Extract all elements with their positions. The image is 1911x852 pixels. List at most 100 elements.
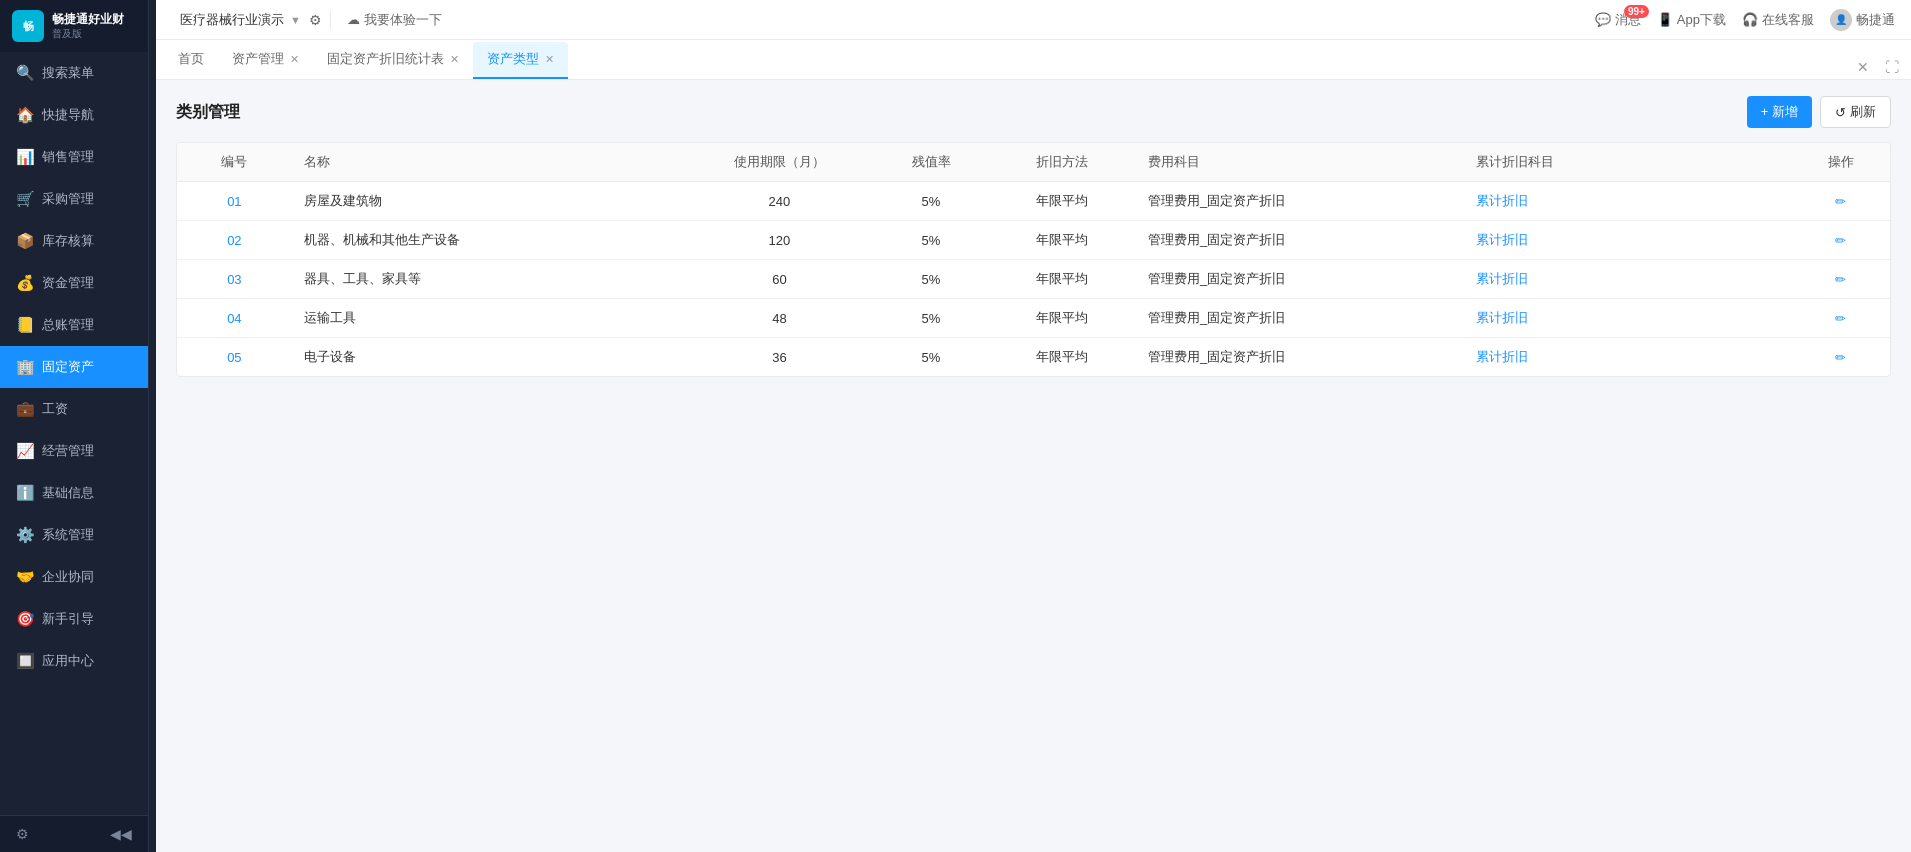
- sidebar-item-search[interactable]: 🔍 搜索菜单: [0, 52, 148, 94]
- message-icon: 💬: [1595, 12, 1611, 27]
- cell-name: 器具、工具、家具等: [292, 260, 685, 299]
- new-btn[interactable]: + 新增: [1747, 96, 1812, 128]
- col-id: 编号: [177, 143, 292, 182]
- cell-id: 03: [177, 260, 292, 299]
- app-download-btn[interactable]: 📱 App下载: [1657, 11, 1726, 29]
- online-service-btn[interactable]: 🎧 在线客服: [1742, 11, 1814, 29]
- message-btn[interactable]: 💬 消息 99: [1595, 11, 1641, 29]
- sidebar-item-sales[interactable]: 📊 销售管理: [0, 136, 148, 178]
- edit-icon[interactable]: ✏: [1835, 272, 1846, 287]
- gear-icon[interactable]: ⚙: [309, 12, 322, 28]
- tab-asset-mgmt-label: 资产管理: [232, 50, 284, 68]
- sidebar-item-label: 采购管理: [42, 190, 94, 208]
- app-version: 普及版: [52, 27, 124, 40]
- sidebar-item-label: 总账管理: [42, 316, 94, 334]
- cell-expense: 管理费用_固定资产折旧: [1136, 338, 1464, 377]
- table-row: 04 运输工具 48 5% 年限平均 管理费用_固定资产折旧 累计折旧 ✏: [177, 299, 1890, 338]
- edit-icon[interactable]: ✏: [1835, 194, 1846, 209]
- message-badge: 99: [1624, 5, 1649, 18]
- edit-icon[interactable]: ✏: [1835, 233, 1846, 248]
- cloud-icon: ☁: [347, 12, 360, 27]
- tab-home[interactable]: 首页: [164, 42, 218, 79]
- purchase-icon: 🛒: [16, 190, 34, 208]
- cell-period: 120: [685, 221, 874, 260]
- system-icon: ⚙️: [16, 526, 34, 544]
- sidebar-item-operations[interactable]: 📈 经营管理: [0, 430, 148, 472]
- sidebar-item-payroll[interactable]: 💼 工资: [0, 388, 148, 430]
- col-method: 折旧方法: [988, 143, 1136, 182]
- close-all-tabs-icon[interactable]: ✕: [1853, 55, 1873, 79]
- sidebar-item-label: 新手引导: [42, 610, 94, 628]
- app-name: 畅捷通好业财: [52, 12, 124, 28]
- inventory-icon: 📦: [16, 232, 34, 250]
- sidebar-item-appcentre[interactable]: 🔲 应用中心: [0, 640, 148, 682]
- cell-accum: 累计折旧: [1464, 338, 1792, 377]
- sidebar-item-label: 资金管理: [42, 274, 94, 292]
- sidebar-item-inventory[interactable]: 📦 库存核算: [0, 220, 148, 262]
- dropdown-icon: ▼: [290, 14, 301, 26]
- tab-close-asset-type[interactable]: ✕: [545, 53, 554, 66]
- cell-period: 60: [685, 260, 874, 299]
- cell-name: 运输工具: [292, 299, 685, 338]
- headset-icon: 🎧: [1742, 12, 1758, 27]
- sales-icon: 📊: [16, 148, 34, 166]
- username-label: 畅捷通: [1856, 11, 1895, 29]
- topbar-right: 💬 消息 99 📱 App下载 🎧 在线客服 👤 畅捷通: [1595, 9, 1895, 31]
- cell-period: 240: [685, 182, 874, 221]
- sidebar-item-label: 销售管理: [42, 148, 94, 166]
- experience-button[interactable]: ☁ 我要体验一下: [339, 11, 450, 29]
- workspace-selector[interactable]: 医疗器械行业演示 ▼: [172, 11, 309, 29]
- avatar-icon: 👤: [1830, 9, 1852, 31]
- tab-asset-type-label: 资产类型: [487, 50, 539, 68]
- tab-asset-type[interactable]: 资产类型 ✕: [473, 42, 568, 79]
- cell-id: 04: [177, 299, 292, 338]
- edit-icon[interactable]: ✏: [1835, 311, 1846, 326]
- edit-icon[interactable]: ✏: [1835, 350, 1846, 365]
- sidebar-item-guide[interactable]: 🎯 新手引导: [0, 598, 148, 640]
- sidebar-nav: 🔍 搜索菜单 🏠 快捷导航 📊 销售管理 🛒 采购管理 📦 库存核算 💰 资金管…: [0, 52, 148, 815]
- sidebar-item-label: 应用中心: [42, 652, 94, 670]
- sidebar-item-purchase[interactable]: 🛒 采购管理: [0, 178, 148, 220]
- tab-close-asset-mgmt[interactable]: ✕: [290, 53, 299, 66]
- settings-icon[interactable]: ⚙: [16, 826, 29, 842]
- category-table: 编号 名称 使用期限（月） 残值率 折旧方法 费用科目 累计折旧科目 操作 01…: [176, 142, 1891, 377]
- capital-icon: 💰: [16, 274, 34, 292]
- refresh-btn[interactable]: ↺ 刷新: [1820, 96, 1891, 128]
- cell-method: 年限平均: [988, 338, 1136, 377]
- home-icon: 🏠: [16, 106, 34, 124]
- cell-expense: 管理费用_固定资产折旧: [1136, 299, 1464, 338]
- refresh-icon: ↺: [1835, 105, 1846, 120]
- sidebar-item-system[interactable]: ⚙️ 系统管理: [0, 514, 148, 556]
- sidebar-item-quicknav[interactable]: 🏠 快捷导航: [0, 94, 148, 136]
- sidebar-item-fixed[interactable]: 🏢 固定资产: [0, 346, 148, 388]
- mobile-icon: 📱: [1657, 12, 1673, 27]
- topbar-divider: [330, 10, 331, 30]
- sidebar-item-basic[interactable]: ℹ️ 基础信息: [0, 472, 148, 514]
- sidebar-item-label: 固定资产: [42, 358, 94, 376]
- cell-method: 年限平均: [988, 260, 1136, 299]
- workspace-name: 医疗器械行业演示: [180, 11, 284, 29]
- tab-asset-mgmt[interactable]: 资产管理 ✕: [218, 42, 313, 79]
- tab-close-depreciation[interactable]: ✕: [450, 53, 459, 66]
- cell-action: ✏: [1792, 182, 1890, 221]
- payroll-icon: 💼: [16, 400, 34, 418]
- cell-period: 36: [685, 338, 874, 377]
- search-icon: 🔍: [16, 64, 34, 82]
- tab-depreciation[interactable]: 固定资产折旧统计表 ✕: [313, 42, 473, 79]
- sidebar-item-capital[interactable]: 💰 资金管理: [0, 262, 148, 304]
- cell-residual: 5%: [874, 299, 989, 338]
- maximize-icon[interactable]: ⛶: [1881, 55, 1903, 79]
- cell-id: 05: [177, 338, 292, 377]
- cell-expense: 管理费用_固定资产折旧: [1136, 182, 1464, 221]
- guide-icon: 🎯: [16, 610, 34, 628]
- sidebar-item-label: 搜索菜单: [42, 64, 94, 82]
- cell-accum: 累计折旧: [1464, 299, 1792, 338]
- sidebar-item-ledger[interactable]: 📒 总账管理: [0, 304, 148, 346]
- table-row: 03 器具、工具、家具等 60 5% 年限平均 管理费用_固定资产折旧 累计折旧…: [177, 260, 1890, 299]
- cell-id: 02: [177, 221, 292, 260]
- collapse-icon[interactable]: ◀◀: [110, 826, 132, 842]
- sidebar-item-cooperation[interactable]: 🤝 企业协同: [0, 556, 148, 598]
- col-period: 使用期限（月）: [685, 143, 874, 182]
- basic-icon: ℹ️: [16, 484, 34, 502]
- user-profile-btn[interactable]: 👤 畅捷通: [1830, 9, 1895, 31]
